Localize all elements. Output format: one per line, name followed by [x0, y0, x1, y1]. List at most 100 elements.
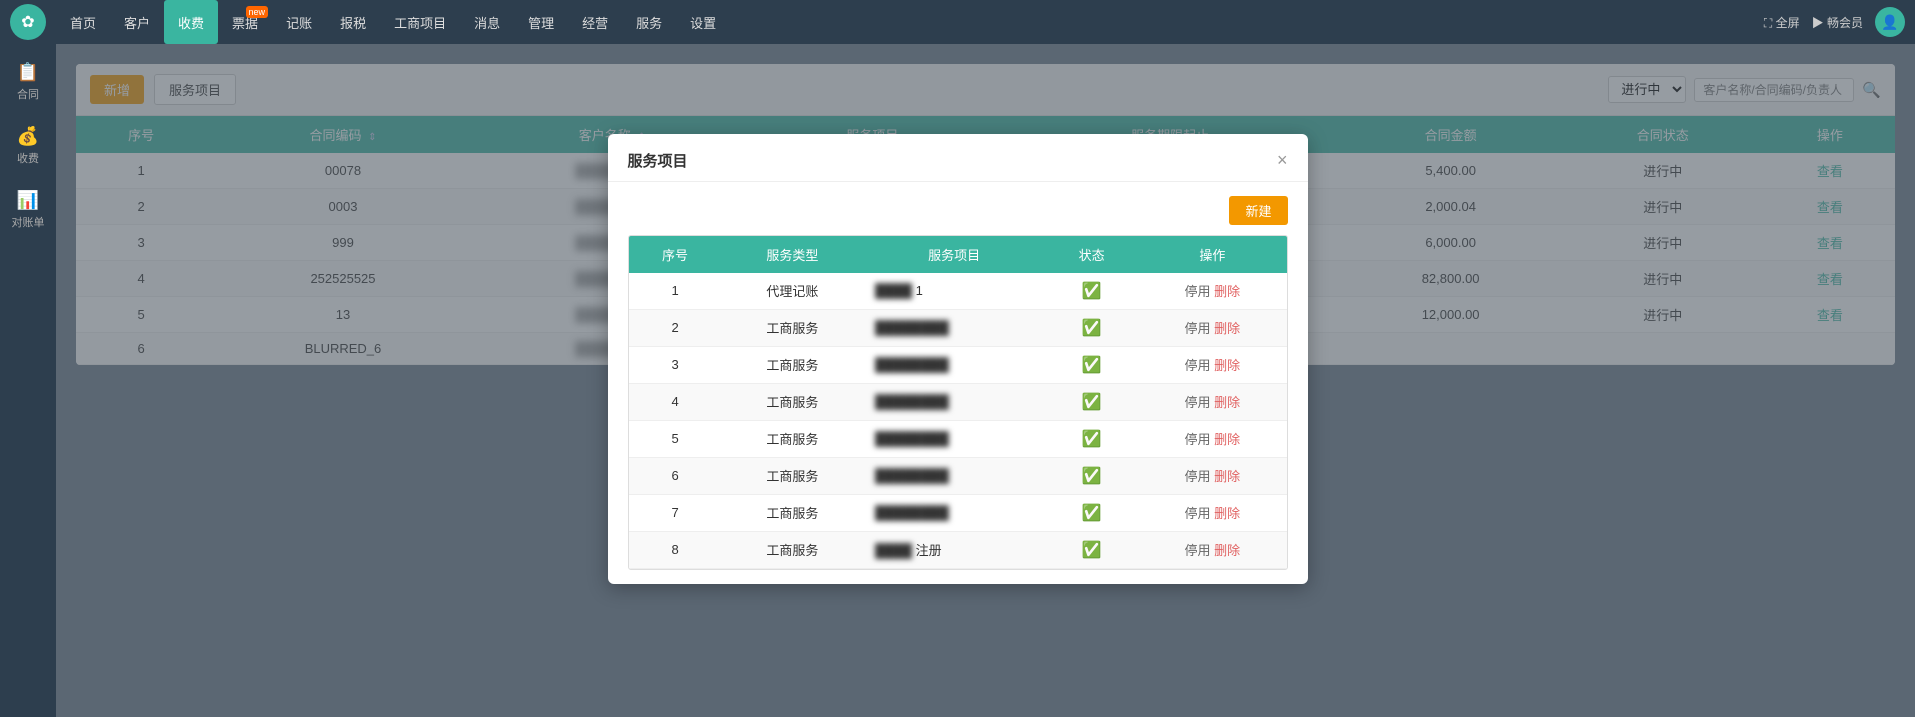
modal-cell-seq: 4: [629, 383, 722, 420]
sidebar: 📋 合同 💰 收费 📊 对账单: [0, 44, 56, 717]
list-item: 2 工商服务 ████████ ✅ 停用 删除: [629, 309, 1287, 346]
sidebar-item-reconcile[interactable]: 📊 对账单: [3, 182, 53, 238]
list-item: 1 代理记账 ████ 1 ✅ 停用 删除: [629, 273, 1287, 310]
modal-cell-status: ✅: [1045, 383, 1138, 420]
delete-button[interactable]: 删除: [1214, 429, 1240, 448]
status-check-icon: ✅: [1082, 505, 1102, 522]
modal-cell-status: ✅: [1045, 494, 1138, 531]
status-check-icon: ✅: [1082, 320, 1102, 337]
nav-manage[interactable]: 管理: [514, 0, 568, 44]
nav-right: ⛶ 全屏 ▶ 畅会员 👤: [1764, 7, 1905, 37]
delete-button[interactable]: 删除: [1214, 318, 1240, 337]
modal-header: 服务项目 ×: [608, 134, 1308, 182]
stop-button[interactable]: 停用: [1185, 429, 1211, 448]
modal-cell-action: 停用 删除: [1138, 346, 1286, 383]
list-item: 6 工商服务 ████████ ✅ 停用 删除: [629, 457, 1287, 494]
modal-cell-status: ✅: [1045, 457, 1138, 494]
nav-invoice[interactable]: 票据 new: [218, 0, 272, 44]
nav-customer[interactable]: 客户: [110, 0, 164, 44]
status-check-icon: ✅: [1082, 468, 1102, 485]
modal-cell-item: ████ 注册: [863, 531, 1045, 568]
delete-button[interactable]: 删除: [1214, 281, 1240, 300]
nav-business[interactable]: 工商项目: [380, 0, 460, 44]
status-check-icon: ✅: [1082, 394, 1102, 411]
list-item: 8 工商服务 ████ 注册 ✅ 停用 删除: [629, 531, 1287, 568]
modal-cell-type: 工商服务: [722, 457, 864, 494]
modal-cell-status: ✅: [1045, 531, 1138, 568]
modal-cell-item: ████████: [863, 420, 1045, 457]
service-items-table: 序号 服务类型 服务项目 状态 操作 1 代理记账 ████ 1 ✅ 停用 删除…: [629, 236, 1287, 569]
nav-fee[interactable]: 收费: [164, 0, 218, 44]
modal-close-button[interactable]: ×: [1277, 150, 1288, 171]
modal-toolbar: 新建: [628, 196, 1288, 225]
modal-col-status: 状态: [1045, 236, 1138, 273]
modal-cell-item: ████ 1: [863, 273, 1045, 310]
modal-cell-status: ✅: [1045, 420, 1138, 457]
modal-cell-status: ✅: [1045, 273, 1138, 310]
modal-cell-action: 停用 删除: [1138, 457, 1286, 494]
modal-col-action: 操作: [1138, 236, 1286, 273]
app-logo: ✿: [10, 4, 46, 40]
modal-title: 服务项目: [628, 150, 688, 171]
nav-tax[interactable]: 报税: [326, 0, 380, 44]
delete-button[interactable]: 删除: [1214, 466, 1240, 485]
fee-icon: 💰: [17, 126, 39, 147]
stop-button[interactable]: 停用: [1185, 503, 1211, 522]
modal-cell-item: ████████: [863, 457, 1045, 494]
sidebar-item-contract[interactable]: 📋 合同: [3, 54, 53, 110]
nav-settings[interactable]: 设置: [676, 0, 730, 44]
modal-cell-seq: 3: [629, 346, 722, 383]
modal-cell-item: ████████: [863, 494, 1045, 531]
nav-service[interactable]: 服务: [622, 0, 676, 44]
stop-button[interactable]: 停用: [1185, 355, 1211, 374]
modal-cell-type: 工商服务: [722, 494, 864, 531]
modal-cell-status: ✅: [1045, 346, 1138, 383]
modal-cell-type: 工商服务: [722, 420, 864, 457]
modal-cell-action: 停用 删除: [1138, 273, 1286, 310]
modal-col-item: 服务项目: [863, 236, 1045, 273]
modal-cell-action: 停用 删除: [1138, 309, 1286, 346]
modal-col-type: 服务类型: [722, 236, 864, 273]
status-check-icon: ✅: [1082, 542, 1102, 559]
modal-header-row: 序号 服务类型 服务项目 状态 操作: [629, 236, 1287, 273]
modal-cell-seq: 7: [629, 494, 722, 531]
stop-button[interactable]: 停用: [1185, 392, 1211, 411]
new-badge: new: [246, 6, 269, 18]
vip-btn[interactable]: ▶ 畅会员: [1812, 14, 1863, 31]
service-items-modal: 服务项目 × 新建 序号 服务类型 服务项目 状态 操作 1 代理记账: [608, 134, 1308, 584]
modal-cell-item: ████████: [863, 383, 1045, 420]
modal-cell-seq: 8: [629, 531, 722, 568]
modal-cell-item: ████████: [863, 309, 1045, 346]
status-check-icon: ✅: [1082, 431, 1102, 448]
nav-home[interactable]: 首页: [56, 0, 110, 44]
contract-icon: 📋: [17, 62, 39, 83]
modal-cell-type: 代理记账: [722, 273, 864, 310]
delete-button[interactable]: 删除: [1214, 503, 1240, 522]
modal-cell-seq: 2: [629, 309, 722, 346]
status-check-icon: ✅: [1082, 283, 1102, 300]
delete-button[interactable]: 删除: [1214, 392, 1240, 411]
new-service-button[interactable]: 新建: [1229, 196, 1287, 225]
modal-cell-seq: 5: [629, 420, 722, 457]
modal-cell-action: 停用 删除: [1138, 383, 1286, 420]
nav-message[interactable]: 消息: [460, 0, 514, 44]
stop-button[interactable]: 停用: [1185, 281, 1211, 300]
nav-operation[interactable]: 经营: [568, 0, 622, 44]
delete-button[interactable]: 删除: [1214, 355, 1240, 374]
delete-button[interactable]: 删除: [1214, 540, 1240, 559]
modal-cell-type: 工商服务: [722, 531, 864, 568]
modal-cell-action: 停用 删除: [1138, 494, 1286, 531]
stop-button[interactable]: 停用: [1185, 318, 1211, 337]
sidebar-item-fee[interactable]: 💰 收费: [3, 118, 53, 174]
modal-cell-seq: 6: [629, 457, 722, 494]
fullscreen-btn[interactable]: ⛶ 全屏: [1764, 14, 1800, 31]
modal-cell-item: ████████: [863, 346, 1045, 383]
stop-button[interactable]: 停用: [1185, 466, 1211, 485]
stop-button[interactable]: 停用: [1185, 540, 1211, 559]
list-item: 7 工商服务 ████████ ✅ 停用 删除: [629, 494, 1287, 531]
nav-bookkeeping[interactable]: 记账: [272, 0, 326, 44]
modal-body: 新建 序号 服务类型 服务项目 状态 操作 1 代理记账 ████ 1 ✅: [608, 182, 1308, 584]
top-nav: ✿ 首页 客户 收费 票据 new 记账 报税 工商项目 消息 管理 经营 服务…: [0, 0, 1915, 44]
modal-cell-status: ✅: [1045, 309, 1138, 346]
avatar[interactable]: 👤: [1875, 7, 1905, 37]
